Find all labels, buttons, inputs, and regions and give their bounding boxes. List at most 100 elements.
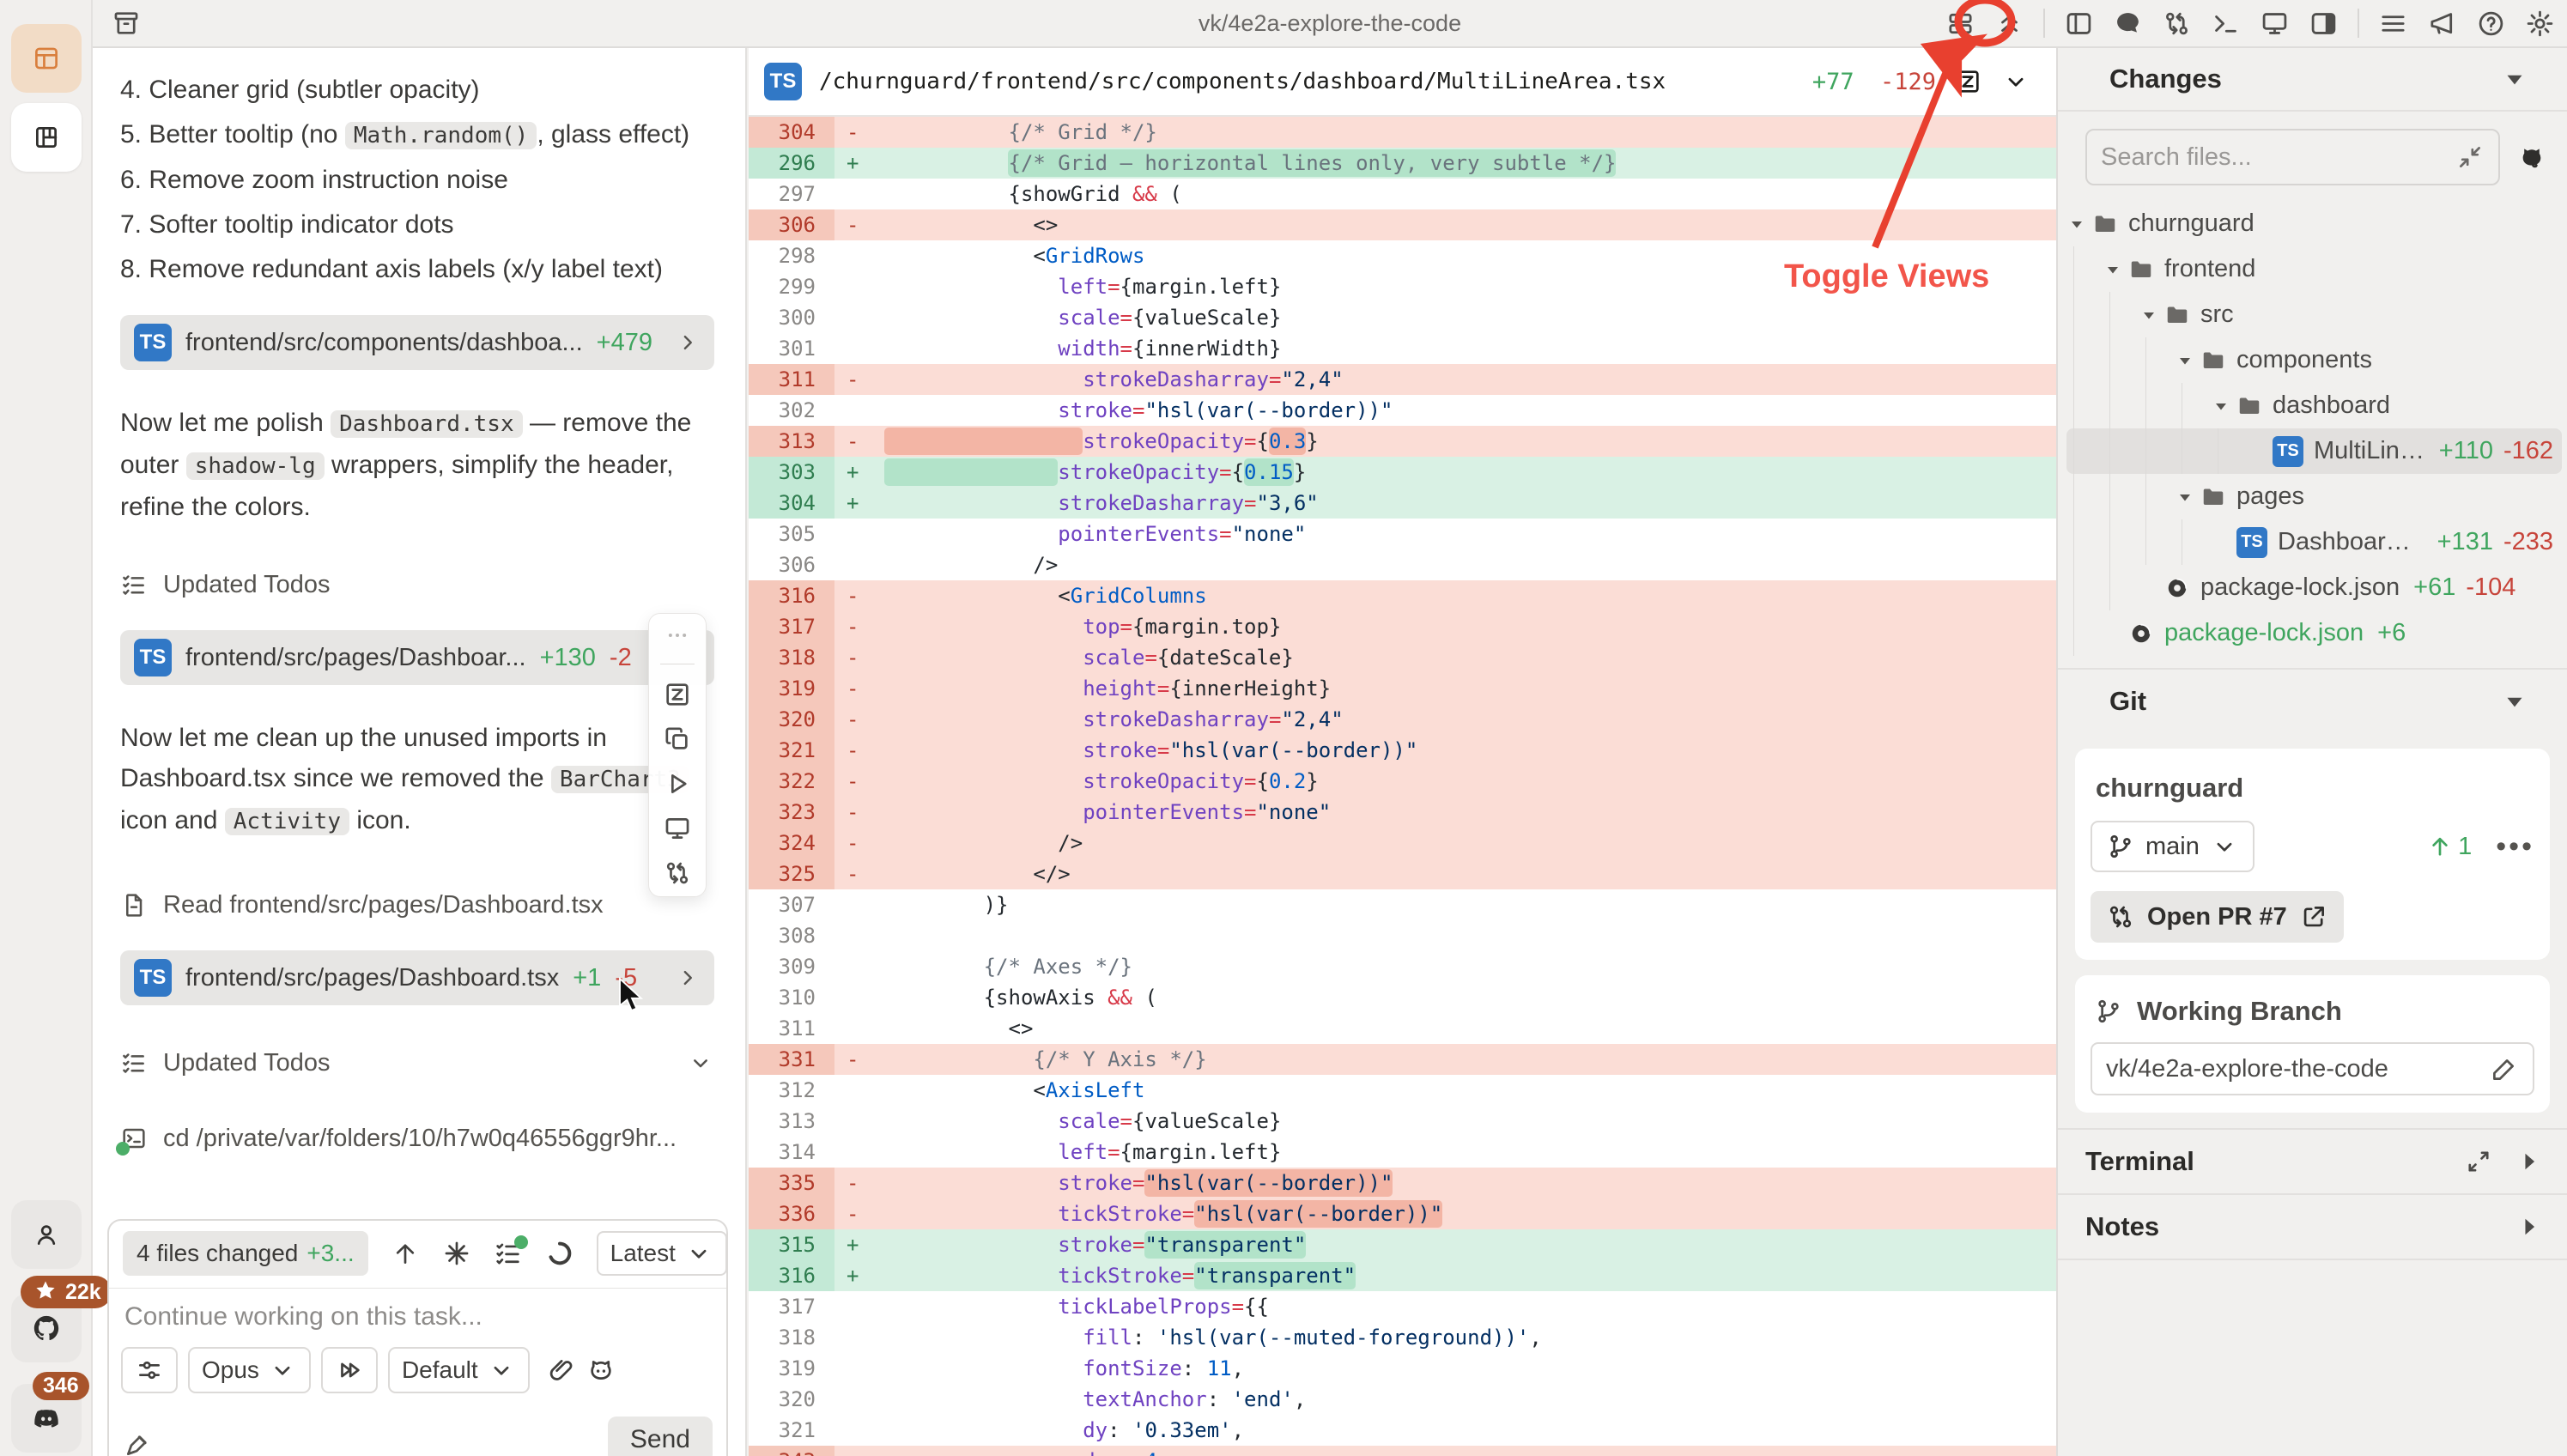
diff-line: 306- <> bbox=[749, 209, 2056, 240]
updated-todos-row[interactable]: Updated Todos bbox=[120, 1043, 714, 1083]
file-diff-chip[interactable]: TSfrontend/src/components/dashboa...+479 bbox=[120, 315, 714, 370]
megaphone-icon[interactable] bbox=[2427, 9, 2457, 39]
line-number: 306 bbox=[749, 549, 834, 580]
caret-down-icon[interactable] bbox=[2211, 396, 2236, 416]
tree-folder-components[interactable]: components bbox=[2066, 337, 2562, 383]
search-input[interactable] bbox=[2101, 143, 2445, 172]
line-number: 316 bbox=[749, 580, 834, 611]
layout-icon bbox=[32, 44, 61, 73]
kanban-view-button[interactable] bbox=[11, 103, 82, 172]
diff-line: 335- stroke="hsl(var(--border))" bbox=[749, 1168, 2056, 1198]
tree-folder-dashboard[interactable]: dashboard bbox=[2066, 383, 2562, 428]
git-section-header[interactable]: Git bbox=[2058, 670, 2567, 733]
account-button[interactable] bbox=[11, 1200, 82, 1269]
added-count: +479 bbox=[597, 323, 652, 362]
working-branch-card: Working Branch vk/4e2a-explore-the-code bbox=[2075, 975, 2550, 1113]
monitor-icon[interactable] bbox=[2260, 9, 2290, 39]
terminal-icon[interactable] bbox=[2211, 9, 2241, 39]
preview-icon[interactable] bbox=[663, 814, 692, 843]
tree-folder-frontend[interactable]: frontend bbox=[2066, 246, 2562, 292]
line-number: 315 bbox=[749, 1229, 834, 1260]
zed-editor-icon[interactable] bbox=[1953, 67, 1982, 96]
paperclip-icon[interactable] bbox=[547, 1356, 576, 1385]
archive-icon[interactable] bbox=[112, 9, 141, 38]
arrow-up-icon[interactable] bbox=[391, 1239, 420, 1268]
model-dropdown[interactable]: Opus bbox=[188, 1347, 311, 1393]
caret-down-icon[interactable] bbox=[2066, 214, 2092, 234]
chat-bubble-icon[interactable] bbox=[2113, 9, 2143, 39]
branch-dropdown[interactable]: main bbox=[2091, 821, 2254, 872]
open-in-zed-icon[interactable] bbox=[663, 680, 692, 709]
working-branch-input[interactable]: vk/4e2a-explore-the-code bbox=[2091, 1042, 2534, 1095]
diff-line: 323- pointerEvents="none" bbox=[749, 797, 2056, 828]
cat-icon[interactable] bbox=[586, 1356, 616, 1385]
help-icon[interactable] bbox=[2476, 9, 2506, 39]
tree-file-package-lock.json[interactable]: package-lock.json+6 bbox=[2066, 610, 2562, 656]
files-changed-chip[interactable]: 4 files changed +3... bbox=[123, 1231, 368, 1276]
composer-input[interactable]: Continue working on this task... bbox=[109, 1289, 726, 1332]
file-diff-chip[interactable]: TSfrontend/src/pages/Dashboard.tsx+1-5 bbox=[120, 950, 714, 1005]
chevron-down-icon[interactable] bbox=[2001, 67, 2030, 96]
latest-dropdown[interactable]: Latest bbox=[597, 1231, 727, 1276]
panel-left-icon[interactable] bbox=[2064, 9, 2094, 39]
tree-file-Dashboard.tsx[interactable]: TSDashboard.tsx+131-233 bbox=[2066, 519, 2562, 565]
terminal-section-header[interactable]: Terminal bbox=[2058, 1130, 2567, 1193]
settings-sliders-button[interactable] bbox=[121, 1347, 178, 1393]
updated-todos-row[interactable]: Updated Todos bbox=[120, 565, 714, 604]
tree-folder-churnguard[interactable]: churnguard bbox=[2066, 201, 2562, 246]
gear-icon[interactable] bbox=[2525, 9, 2555, 39]
read-file-row[interactable]: Read frontend/src/pages/Dashboard.tsx bbox=[120, 885, 714, 925]
toggle-views-icon[interactable] bbox=[1945, 9, 1975, 39]
panel-right-icon[interactable] bbox=[2309, 9, 2339, 39]
spark-icon[interactable] bbox=[442, 1239, 471, 1268]
todos-icon[interactable] bbox=[494, 1239, 523, 1268]
tree-file-MultiLineArea.tsx[interactable]: TSMultiLineArea.tsx+110-162 bbox=[2066, 428, 2562, 474]
diff-line: 319- height={innerHeight} bbox=[749, 673, 2056, 704]
git-compare-icon[interactable] bbox=[2162, 9, 2192, 39]
chevron-down-icon[interactable] bbox=[687, 1049, 714, 1077]
file-path: frontend/src/pages/Dashboar... bbox=[185, 638, 526, 677]
inline-code: Activity bbox=[225, 808, 349, 835]
menu-icon[interactable] bbox=[2378, 9, 2408, 39]
line-number: 297 bbox=[749, 179, 834, 209]
file-diff-chip[interactable]: TSfrontend/src/pages/Dashboar...+130-2 bbox=[120, 630, 714, 685]
file-search-box[interactable] bbox=[2085, 129, 2500, 185]
caret-down-icon[interactable] bbox=[2103, 259, 2128, 280]
diff-line: 301 width={innerWidth} bbox=[749, 333, 2056, 364]
list-item: 6. Remove zoom instruction noise bbox=[120, 161, 714, 200]
cat-icon[interactable] bbox=[2517, 143, 2546, 172]
terminal-command-row[interactable]: cd /private/var/folders/10/h7w0q46556ggr… bbox=[120, 1119, 714, 1158]
changes-section-header[interactable]: Changes bbox=[2058, 48, 2567, 112]
notes-section-header[interactable]: Notes bbox=[2058, 1195, 2567, 1259]
pencil-icon[interactable] bbox=[2490, 1054, 2519, 1083]
more-options-icon[interactable]: ••• bbox=[2496, 830, 2534, 864]
send-button[interactable]: Send bbox=[608, 1417, 713, 1456]
inline-code: Math.random() bbox=[345, 122, 537, 149]
caret-down-icon[interactable] bbox=[2139, 305, 2164, 325]
caret-down-icon[interactable] bbox=[2175, 350, 2200, 371]
run-icon[interactable] bbox=[663, 769, 692, 798]
git-compare-icon[interactable] bbox=[663, 858, 692, 888]
copy-icon[interactable] bbox=[663, 725, 692, 754]
diff-sign: - bbox=[834, 704, 884, 735]
workspace-layout-button[interactable] bbox=[11, 24, 82, 93]
ts-file-badge: TS bbox=[134, 324, 172, 361]
diff-sign bbox=[834, 519, 884, 549]
line-number: 312 bbox=[749, 1075, 834, 1106]
open-pr-button[interactable]: Open PR #7 bbox=[2091, 891, 2344, 943]
ts-file-badge: TS bbox=[764, 63, 802, 100]
tree-file-package-lock.json[interactable]: package-lock.json+61-104 bbox=[2066, 565, 2562, 610]
package-icon bbox=[2164, 575, 2190, 601]
tree-folder-pages[interactable]: pages bbox=[2066, 474, 2562, 519]
collapse-all-icon[interactable] bbox=[1994, 9, 2024, 39]
tree-folder-src[interactable]: src bbox=[2066, 292, 2562, 337]
fast-forward-button[interactable] bbox=[321, 1347, 378, 1393]
expand-icon[interactable] bbox=[2464, 1147, 2493, 1176]
more-options-icon[interactable] bbox=[665, 622, 690, 648]
collapse-tree-icon[interactable] bbox=[2455, 143, 2485, 172]
kanban-icon bbox=[32, 123, 61, 152]
diff-panel: TS /churnguard/frontend/src/components/d… bbox=[749, 48, 2056, 1456]
caret-down-icon[interactable] bbox=[2175, 487, 2200, 507]
mode-dropdown[interactable]: Default bbox=[388, 1347, 530, 1393]
pen-icon[interactable] bbox=[123, 1430, 152, 1456]
